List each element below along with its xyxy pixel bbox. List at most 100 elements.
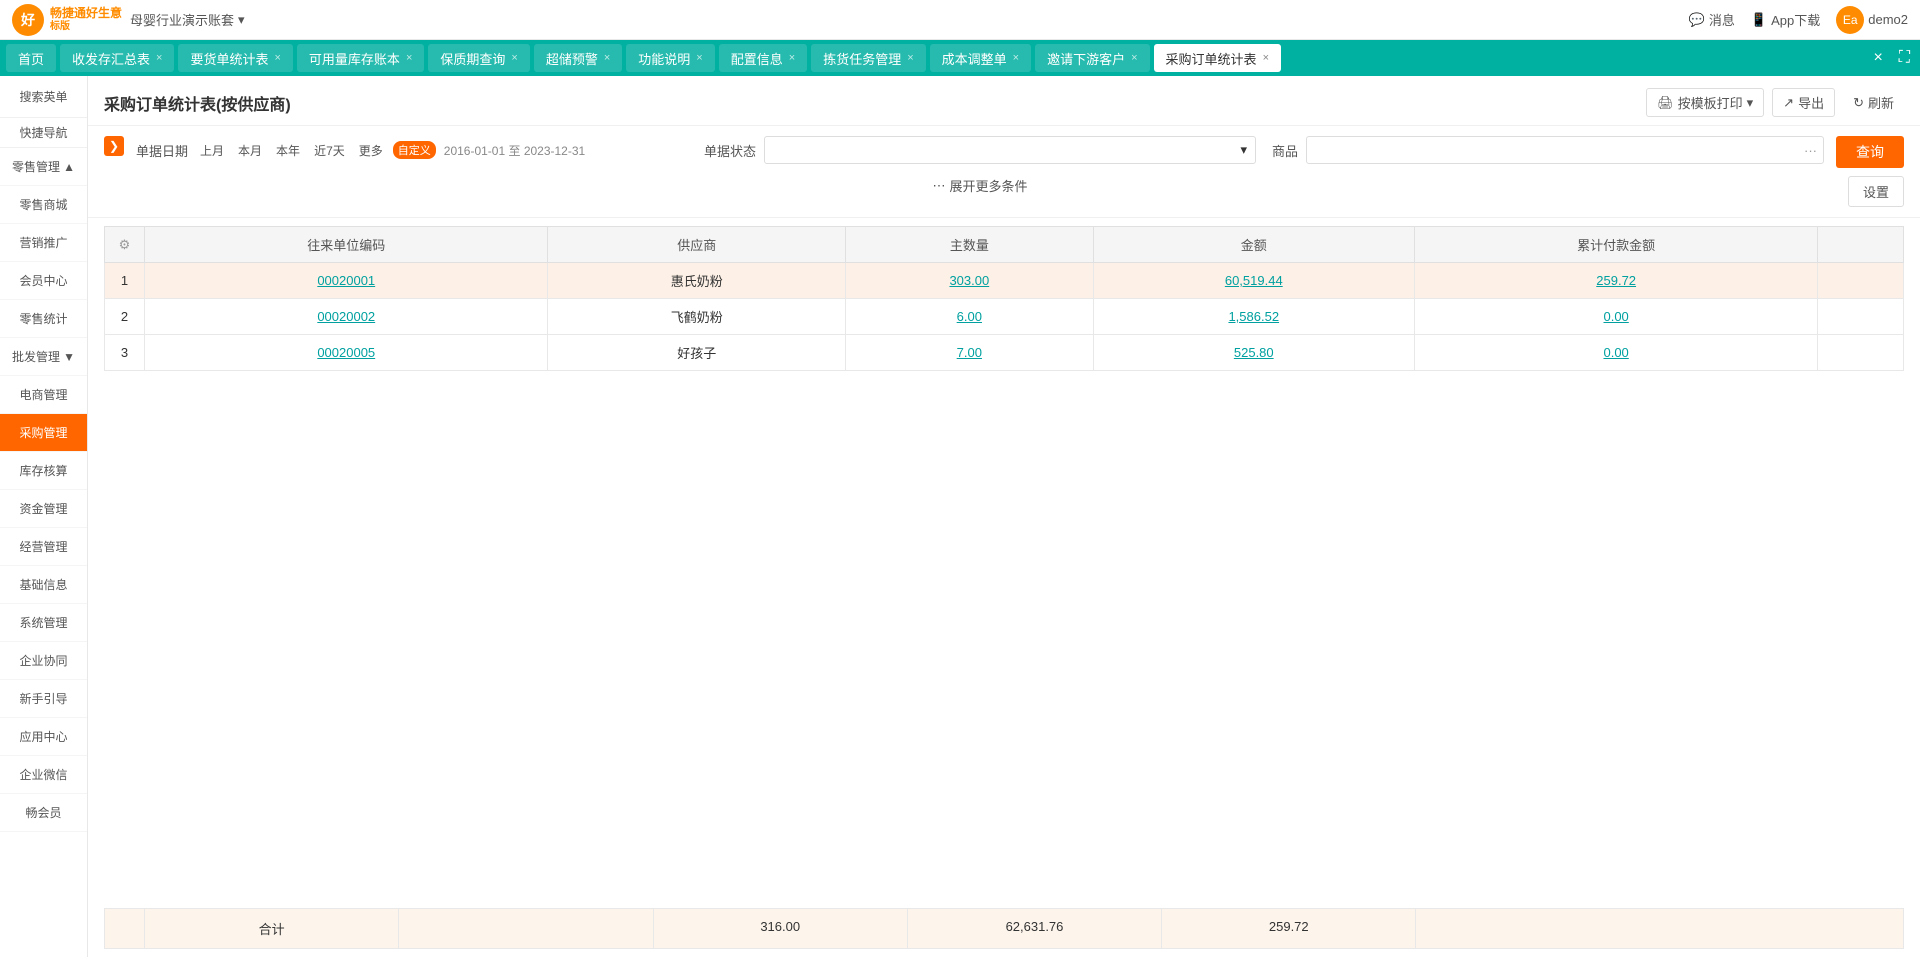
tab-window-close-btn[interactable]: × <box>1867 47 1888 69</box>
tab-window-expand-btn[interactable]: ⛶ <box>1893 47 1916 69</box>
row-paid-amount: 0.00 <box>1414 335 1817 371</box>
footer-cell-main-qty: 316.00 <box>654 909 908 948</box>
print-button[interactable]: 🖨 按模板打印 ▾ <box>1646 88 1764 117</box>
chevron-down-icon: ▾ <box>1747 95 1754 111</box>
tab-invite-downstream[interactable]: 邀请下游客户 × <box>1035 44 1149 72</box>
settings-button[interactable]: 设置 <box>1848 176 1904 207</box>
logo-icon: 好 <box>12 4 44 36</box>
expand-conditions-btn[interactable]: ⋯ 展开更多条件 <box>932 176 1027 195</box>
tab-receive-summary[interactable]: 收发存汇总表 × <box>60 44 174 72</box>
sidebar-item-finance-mgmt[interactable]: 资金管理 <box>0 490 87 528</box>
sidebar-item-ecom-mgmt[interactable]: 电商管理 <box>0 376 87 414</box>
amount-link[interactable]: 525.80 <box>1234 345 1274 360</box>
tab-order-summary[interactable]: 要货单统计表 × <box>178 44 292 72</box>
sidebar-item-purchase-mgmt[interactable]: 采购管理 <box>0 414 87 452</box>
sidebar-item-retail-stats[interactable]: 零售统计 <box>0 300 87 338</box>
expand-icon: ⋯ <box>932 178 945 194</box>
sidebar-item-label: 零售统计 <box>19 310 67 327</box>
sidebar-item-inventory-check[interactable]: 库存核算 <box>0 452 87 490</box>
table-header-row: ⚙ 往来单位编码 供应商 主数量 金额 累计付款金额 <box>105 227 1904 263</box>
sidebar-item-sys-mgmt[interactable]: 系统管理 <box>0 604 87 642</box>
paid-amount-link[interactable]: 259.72 <box>1596 273 1636 288</box>
tab-overstock-alert[interactable]: 超储预警 × <box>534 44 622 72</box>
top-bar-left: 好 畅捷通好生意 标版 母婴行业演示账套 ▾ <box>12 4 245 36</box>
sidebar-item-retail-mgmt[interactable]: 零售管理 ▲ <box>0 148 87 186</box>
page-header: 采购订单统计表(按供应商) 🖨 按模板打印 ▾ ↗ 导出 ↻ 刷新 <box>88 76 1920 126</box>
sidebar-item-app-center[interactable]: 应用中心 <box>0 718 87 756</box>
tab-close-icon[interactable]: × <box>1263 52 1269 64</box>
sidebar-item-new-guide[interactable]: 新手引导 <box>0 680 87 718</box>
tab-cost-adjust[interactable]: 成本调整单 × <box>930 44 1031 72</box>
date-opt-last-7days[interactable]: 近7天 <box>310 140 349 161</box>
sidebar-item-member-center[interactable]: 会员中心 <box>0 262 87 300</box>
qty-link[interactable]: 6.00 <box>957 309 982 324</box>
sidebar-item-label: 营销推广 <box>19 234 67 251</box>
tab-config-info[interactable]: 配置信息 × <box>719 44 807 72</box>
tab-close-icon[interactable]: × <box>511 52 517 64</box>
workspace-selector[interactable]: 母婴行业演示账套 ▾ <box>130 10 245 29</box>
tab-close-icon[interactable]: × <box>1013 52 1019 64</box>
chevron-down-icon: ▾ <box>238 12 245 28</box>
sidebar-item-member[interactable]: 畅会员 <box>0 794 87 832</box>
chevron-down-icon: ▾ <box>1240 142 1247 158</box>
sidebar-item-basic-info[interactable]: 基础信息 <box>0 566 87 604</box>
amount-link[interactable]: 1,586.52 <box>1228 309 1279 324</box>
query-button[interactable]: 查询 <box>1836 136 1904 168</box>
amount-link[interactable]: 60,519.44 <box>1225 273 1283 288</box>
qty-link[interactable]: 7.00 <box>957 345 982 360</box>
col-empty <box>1818 227 1904 263</box>
sidebar-item-enterprise-collab[interactable]: 企业协同 <box>0 642 87 680</box>
quick-nav-btn[interactable]: 快捷导航 <box>0 118 87 148</box>
date-opt-more[interactable]: 更多 <box>355 140 387 161</box>
refresh-button[interactable]: ↻ 刷新 <box>1843 89 1904 116</box>
paid-amount-link[interactable]: 0.00 <box>1603 345 1628 360</box>
date-opt-this-month[interactable]: 本月 <box>234 140 266 161</box>
qty-link[interactable]: 303.00 <box>949 273 989 288</box>
message-icon: 💬 <box>1689 12 1705 28</box>
tab-close-icon[interactable]: × <box>406 52 412 64</box>
col-supplier: 供应商 <box>548 227 846 263</box>
more-options-icon[interactable]: ··· <box>1804 143 1817 158</box>
unit-code-link[interactable]: 00020001 <box>317 273 375 288</box>
date-custom-badge[interactable]: 自定义 <box>393 141 436 159</box>
sidebar-item-retail-shop[interactable]: 零售商城 <box>0 186 87 224</box>
tab-home[interactable]: 首页 <box>6 44 56 72</box>
tab-close-icon[interactable]: × <box>907 52 913 64</box>
tab-close-icon[interactable]: × <box>274 52 280 64</box>
unit-code-link[interactable]: 00020005 <box>317 345 375 360</box>
sidebar-item-enterprise-wechat[interactable]: 企业微信 <box>0 756 87 794</box>
unit-code-link[interactable]: 00020002 <box>317 309 375 324</box>
tab-close-icon[interactable]: × <box>696 52 702 64</box>
avatar: Ea <box>1836 6 1864 34</box>
sidebar-item-ops-mgmt[interactable]: 经营管理 <box>0 528 87 566</box>
goods-input[interactable] <box>1313 143 1804 158</box>
row-extra <box>1818 335 1904 371</box>
sidebar-item-label: 批发管理 <box>12 348 60 365</box>
date-opt-last-month[interactable]: 上月 <box>196 140 228 161</box>
tab-function-desc[interactable]: 功能说明 × <box>626 44 714 72</box>
status-select[interactable]: ▾ <box>764 136 1256 164</box>
settings-icon[interactable]: ⚙ <box>119 237 131 252</box>
export-button[interactable]: ↗ 导出 <box>1772 88 1835 117</box>
tab-packing-task[interactable]: 拣货任务管理 × <box>811 44 925 72</box>
sidebar-item-wholesale-mgmt[interactable]: 批发管理 ▼ <box>0 338 87 376</box>
sidebar-item-label: 会员中心 <box>19 272 67 289</box>
search-english-btn[interactable]: 搜索英单 <box>6 84 81 109</box>
paid-amount-link[interactable]: 0.00 <box>1603 309 1628 324</box>
app-download-btn[interactable]: 📱 App下载 <box>1751 10 1820 29</box>
sidebar-item-marketing[interactable]: 营销推广 <box>0 224 87 262</box>
tab-close-icon[interactable]: × <box>156 52 162 64</box>
tab-close-icon[interactable]: × <box>1131 52 1137 64</box>
tab-close-icon[interactable]: × <box>789 52 795 64</box>
row-main-qty: 7.00 <box>846 335 1094 371</box>
tab-expiry-query[interactable]: 保质期查询 × <box>428 44 529 72</box>
tab-available-stock[interactable]: 可用量库存账本 × <box>297 44 424 72</box>
tab-close-icon[interactable]: × <box>604 52 610 64</box>
page-title: 采购订单统计表(按供应商) <box>104 91 291 115</box>
date-opt-this-year[interactable]: 本年 <box>272 140 304 161</box>
tab-purchase-summary[interactable]: 采购订单统计表 × <box>1154 44 1281 72</box>
tab-bar: 首页 收发存汇总表 × 要货单统计表 × 可用量库存账本 × 保质期查询 × 超… <box>0 40 1920 76</box>
message-btn[interactable]: 💬 消息 <box>1689 10 1735 29</box>
user-avatar-btn[interactable]: Ea demo2 <box>1836 6 1908 34</box>
collapse-arrow-btn[interactable]: ❯ <box>104 136 124 156</box>
